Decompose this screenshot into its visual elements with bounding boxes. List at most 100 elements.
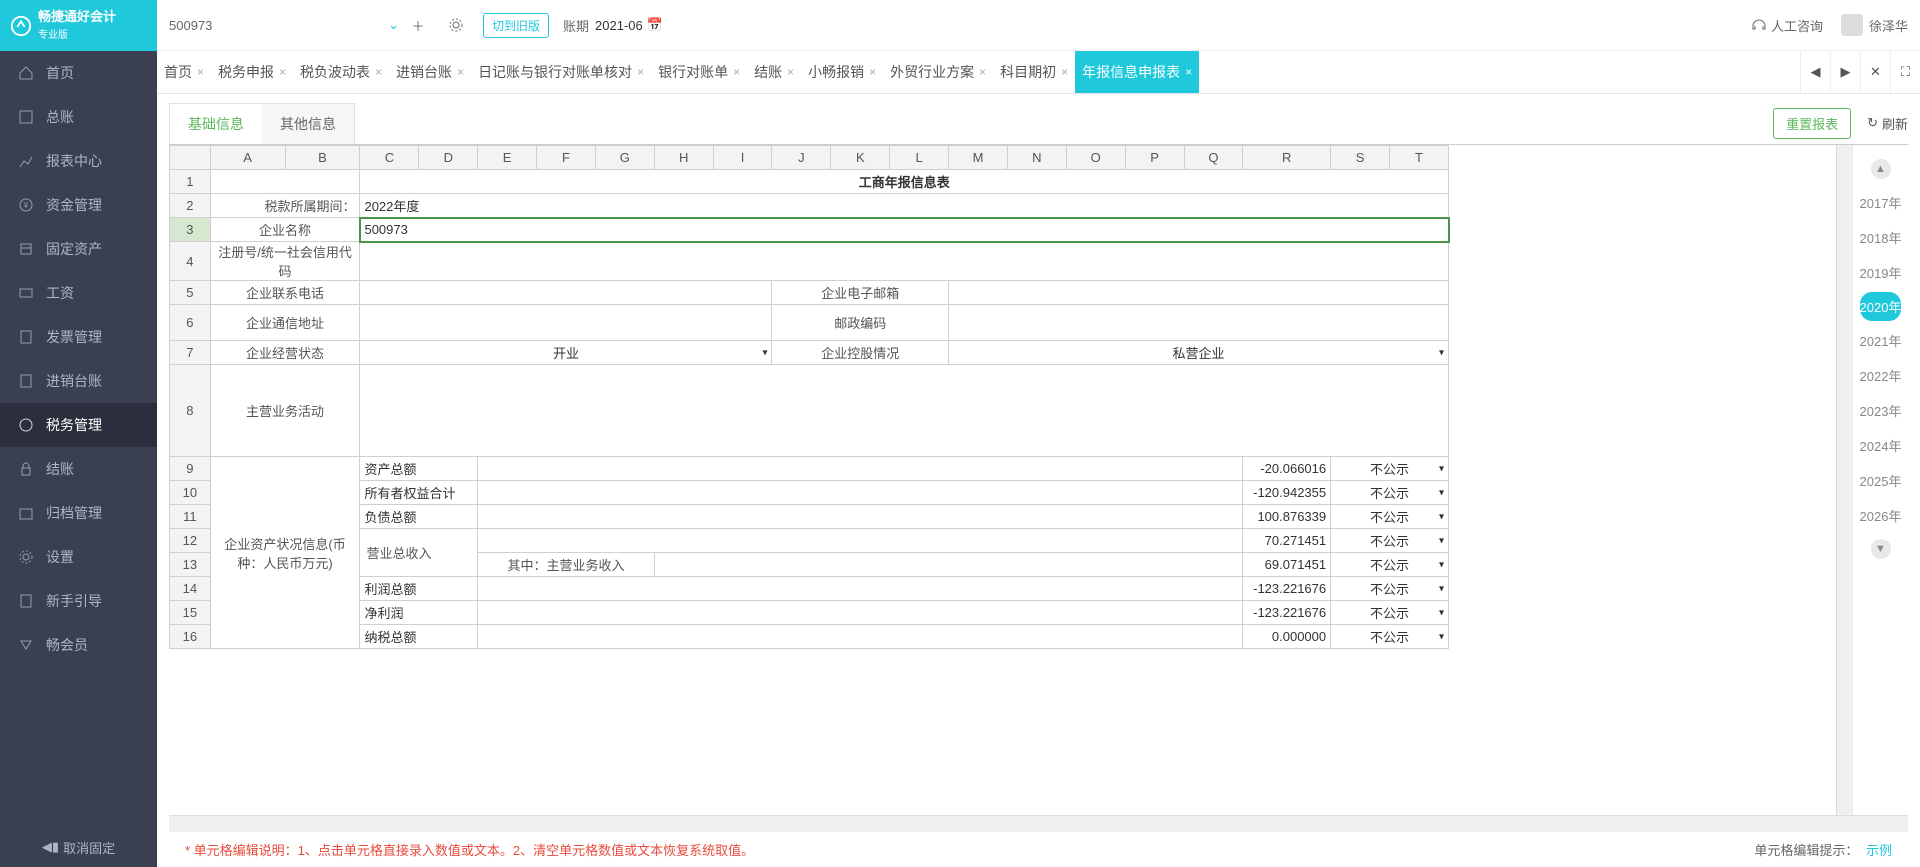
cell[interactable]: 主营业务活动 [210, 365, 360, 457]
cell[interactable] [478, 529, 1243, 553]
tab-item[interactable]: 税务申报× [211, 51, 293, 93]
nav-purchase-sales[interactable]: 进销台账 [0, 359, 157, 403]
nav-reports[interactable]: 报表中心 [0, 139, 157, 183]
col-header[interactable]: O [1066, 146, 1125, 170]
nav-ledger[interactable]: 总账 [0, 95, 157, 139]
cell[interactable]: 邮政编码 [772, 305, 949, 341]
row-header[interactable]: 5 [170, 281, 211, 305]
year-item[interactable]: 2025年 [1856, 463, 1906, 498]
cell[interactable]: 企业电子邮箱 [772, 281, 949, 305]
dropdown-cell[interactable]: 不公示▾ [1331, 505, 1449, 529]
col-header[interactable]: D [419, 146, 478, 170]
year-up-button[interactable]: ▲ [1871, 159, 1891, 179]
cell[interactable] [478, 481, 1243, 505]
col-header[interactable]: I [713, 146, 772, 170]
old-version-button[interactable]: 切到旧版 [483, 13, 549, 38]
cell[interactable] [478, 577, 1243, 601]
tab-item[interactable]: 首页× [157, 51, 211, 93]
col-header[interactable]: P [1125, 146, 1184, 170]
cell[interactable] [949, 281, 1449, 305]
reset-report-button[interactable]: 重置报表 [1773, 108, 1851, 139]
cell[interactable] [949, 305, 1449, 341]
cell[interactable]: 其中：主营业务收入 [478, 553, 655, 577]
cell[interactable] [360, 281, 772, 305]
dropdown-cell[interactable]: 不公示▾ [1331, 577, 1449, 601]
dropdown-cell[interactable]: 不公示▾ [1331, 601, 1449, 625]
cell[interactable]: 2022年度 [360, 194, 1449, 218]
vertical-scrollbar[interactable] [1836, 145, 1852, 815]
close-icon[interactable]: × [1061, 65, 1068, 79]
year-item[interactable]: 2018年 [1856, 220, 1906, 255]
row-header[interactable]: 12 [170, 529, 211, 553]
tab-item[interactable]: 进销台账× [389, 51, 471, 93]
col-header[interactable]: C [360, 146, 419, 170]
year-item[interactable]: 2017年 [1856, 185, 1906, 220]
corner-cell[interactable] [170, 146, 211, 170]
nav-closing[interactable]: 结账 [0, 447, 157, 491]
cell[interactable] [478, 625, 1243, 649]
cell[interactable]: 500973 [360, 218, 1449, 242]
year-item[interactable]: 2020年 [1860, 292, 1902, 321]
cell[interactable]: -120.942355 [1243, 481, 1331, 505]
dropdown-cell[interactable]: 不公示▾ [1331, 457, 1449, 481]
nav-settings[interactable]: 设置 [0, 535, 157, 579]
cell[interactable] [360, 365, 1449, 457]
col-header[interactable]: S [1331, 146, 1390, 170]
dropdown-cell[interactable]: 不公示▾ [1331, 625, 1449, 649]
cell[interactable]: 营业总收入 [360, 529, 478, 577]
year-item[interactable]: 2021年 [1856, 323, 1906, 358]
tab-scroll-left[interactable]: ◀ [1800, 51, 1830, 94]
tab-item[interactable]: 科目期初× [993, 51, 1075, 93]
year-item[interactable]: 2022年 [1856, 358, 1906, 393]
close-icon[interactable]: × [637, 65, 644, 79]
cell[interactable]: -123.221676 [1243, 577, 1331, 601]
cell[interactable]: 企业名称 [210, 218, 360, 242]
close-icon[interactable]: × [1185, 65, 1192, 79]
tab-item[interactable]: 外贸行业方案× [883, 51, 993, 93]
add-button[interactable]: ＋ [405, 12, 431, 38]
year-item[interactable]: 2024年 [1856, 428, 1906, 463]
tab-item[interactable]: 结账× [747, 51, 801, 93]
cell[interactable] [360, 242, 1449, 281]
col-header[interactable]: F [537, 146, 596, 170]
cell[interactable]: 企业联系电话 [210, 281, 360, 305]
close-icon[interactable]: × [279, 65, 286, 79]
nav-archive[interactable]: 归档管理 [0, 491, 157, 535]
row-header[interactable]: 9 [170, 457, 211, 481]
cell[interactable]: 利润总额 [360, 577, 478, 601]
cell[interactable]: 所有者权益合计 [360, 481, 478, 505]
col-header[interactable]: R [1243, 146, 1331, 170]
nav-assets[interactable]: 固定资产 [0, 227, 157, 271]
row-header[interactable]: 14 [170, 577, 211, 601]
row-header[interactable]: 13 [170, 553, 211, 577]
col-header[interactable]: E [478, 146, 537, 170]
col-header[interactable]: L [890, 146, 949, 170]
col-header[interactable]: M [949, 146, 1008, 170]
cell[interactable] [478, 505, 1243, 529]
tab-close-all[interactable]: ✕ [1860, 51, 1890, 94]
cell[interactable]: 70.271451 [1243, 529, 1331, 553]
dropdown-cell[interactable]: 不公示▾ [1331, 529, 1449, 553]
nav-guide[interactable]: 新手引导 [0, 579, 157, 623]
col-header[interactable]: K [831, 146, 890, 170]
spreadsheet[interactable]: ABCDEFGHIJKLMNOPQRST 1工商年报信息表2税款所属期间：202… [169, 145, 1836, 815]
dropdown-cell[interactable]: 不公示▾ [1331, 553, 1449, 577]
cell[interactable]: 工商年报信息表 [360, 170, 1449, 194]
close-icon[interactable]: × [787, 65, 794, 79]
year-item[interactable]: 2019年 [1856, 255, 1906, 290]
subtab-other[interactable]: 其他信息 [262, 104, 354, 144]
close-icon[interactable]: × [869, 65, 876, 79]
col-header[interactable]: N [1007, 146, 1066, 170]
col-header[interactable]: G [595, 146, 654, 170]
cell[interactable]: 纳税总额 [360, 625, 478, 649]
fullscreen-button[interactable]: ⛶ [1890, 51, 1920, 94]
row-header[interactable]: 7 [170, 341, 211, 365]
nav-tax[interactable]: 税务管理 [0, 403, 157, 447]
row-header[interactable]: 1 [170, 170, 211, 194]
cell[interactable] [360, 305, 772, 341]
example-link[interactable]: 示例 [1866, 843, 1892, 858]
close-icon[interactable]: × [197, 65, 204, 79]
tab-scroll-right[interactable]: ▶ [1830, 51, 1860, 94]
row-header[interactable]: 10 [170, 481, 211, 505]
consult-button[interactable]: 人工咨询 [1751, 16, 1823, 35]
